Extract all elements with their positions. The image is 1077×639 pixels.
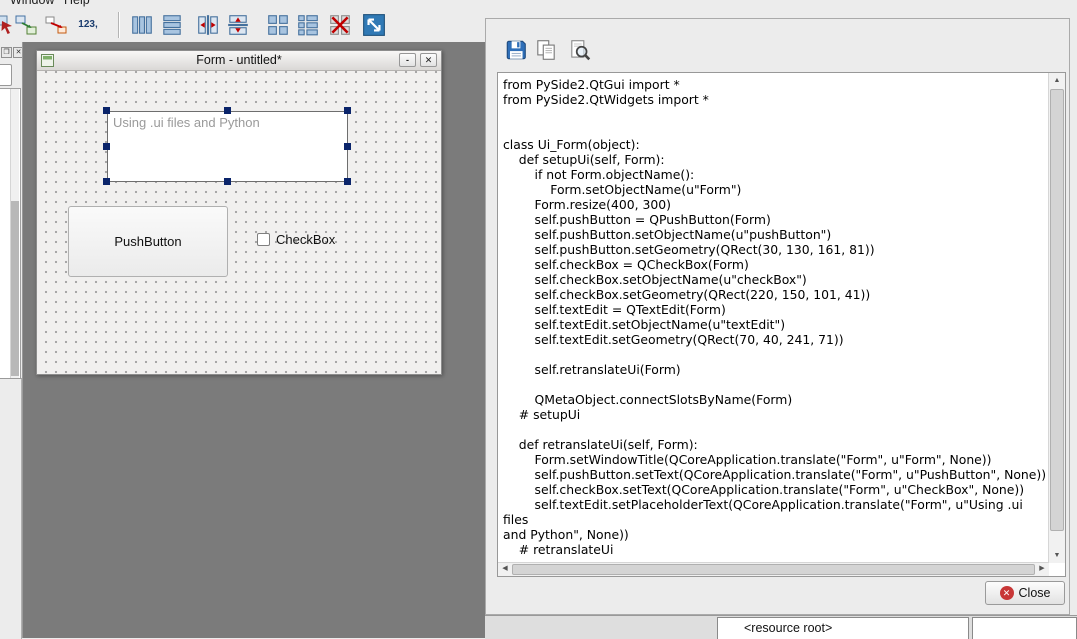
layout-form-button[interactable] [296,13,320,37]
view-code-dialog: from PySide2.QtGui import * from PySide2… [485,18,1070,615]
widgetbox-scrollbar-thumb[interactable] [11,201,19,376]
adjust-size-button[interactable] [362,13,386,37]
code-view-frame: from PySide2.QtGui import * from PySide2… [497,72,1066,577]
code-horizontal-scrollbar[interactable]: ◀ ▶ [498,562,1049,576]
form-close-button[interactable]: ✕ [420,53,437,67]
form-window-title: Form - untitled* [37,53,441,67]
layout-grid-icon [266,13,290,37]
layout-grid-button[interactable] [266,13,290,37]
scroll-left-icon[interactable]: ◀ [498,563,512,576]
checkbox-box[interactable] [257,233,270,246]
form-window-titlebar[interactable]: Form - untitled* - ✕ [37,51,441,71]
menu-help[interactable]: Help [64,0,90,7]
pushbutton-widget[interactable]: PushButton [68,206,228,277]
resource-tree-panel: <resource root> [717,617,969,639]
selection-handle-top-center[interactable] [224,107,231,114]
edit-signals-slots-icon [14,13,38,37]
vertical-scrollbar-thumb[interactable] [1050,89,1064,531]
layout-form-icon [296,13,320,37]
selection-handle-bottom-right[interactable] [344,178,351,185]
layout-horizontal-button[interactable] [130,13,154,37]
find-button[interactable] [568,38,592,62]
toolbar-separator [118,12,120,38]
layout-splitter-vertical-button[interactable] [226,13,250,37]
adjust-size-icon [362,13,386,37]
selection-handle-top-right[interactable] [344,107,351,114]
layout-horizontal-icon [130,13,154,37]
copy-button[interactable] [534,38,558,62]
edit-buddies-button[interactable] [44,13,68,37]
edit-tab-order-button[interactable]: 123, [76,13,100,37]
copy-icon [534,38,558,62]
scroll-up-icon[interactable]: ▲ [1049,73,1065,88]
save-icon [504,38,528,62]
form-canvas[interactable]: Using .ui files and Python PushButton Ch… [37,71,441,374]
form-minimize-button[interactable]: - [399,53,416,67]
close-circle-icon: ✕ [1000,586,1014,600]
dock-float-icon: ❐ [3,49,9,56]
find-icon [568,38,592,62]
resource-root-item[interactable]: <resource root> [744,621,832,635]
scroll-down-icon[interactable]: ▼ [1049,548,1065,563]
code-vertical-scrollbar[interactable]: ▲ ▼ [1048,73,1065,563]
textedit-widget[interactable]: Using .ui files and Python [107,111,348,182]
selection-handle-bottom-center[interactable] [224,178,231,185]
resource-list-panel [972,617,1077,639]
checkbox-widget[interactable]: CheckBox [257,232,335,247]
horizontal-scrollbar-thumb[interactable] [512,564,1035,575]
selection-handle-top-left[interactable] [103,107,110,114]
scroll-right-icon[interactable]: ▶ [1035,563,1049,576]
edit-buddies-icon [44,13,68,37]
selection-handle-mid-right[interactable] [344,143,351,150]
form-designer-window[interactable]: Form - untitled* - ✕ Using .ui files and… [36,50,442,375]
dock-float-button[interactable]: ❐ [1,47,12,58]
mdi-workspace: Form - untitled* - ✕ Using .ui files and… [22,42,486,638]
widgetbox-filter-input[interactable] [0,64,12,86]
left-dock-lower-panel [0,378,22,639]
code-text[interactable]: from PySide2.QtGui import * from PySide2… [498,73,1049,563]
break-layout-icon [328,13,352,37]
edit-tab-order-icon: 123, [76,13,100,37]
widgetbox-scrollbar[interactable] [10,89,19,379]
layout-splitter-vertical-icon [226,13,250,37]
layout-vertical-icon [160,13,184,37]
close-button-label: Close [1019,586,1051,600]
save-button[interactable] [504,38,528,62]
resource-editor-strip: <resource root> [485,615,1077,639]
break-layout-button[interactable] [328,13,352,37]
menu-window[interactable]: Window [10,0,54,7]
selection-handle-bottom-left[interactable] [103,178,110,185]
layout-vertical-button[interactable] [160,13,184,37]
edit-signals-slots-button[interactable] [14,13,38,37]
checkbox-label: CheckBox [276,232,335,247]
layout-splitter-horizontal-icon [196,13,220,37]
selection-handle-mid-left[interactable] [103,143,110,150]
pushbutton-label: PushButton [114,234,181,249]
dock-close-icon: ✕ [16,49,22,56]
close-dialog-button[interactable]: ✕ Close [985,581,1065,605]
layout-splitter-horizontal-button[interactable] [196,13,220,37]
widgetbox-panel [0,88,21,379]
menubar: Window Help [0,0,1077,8]
